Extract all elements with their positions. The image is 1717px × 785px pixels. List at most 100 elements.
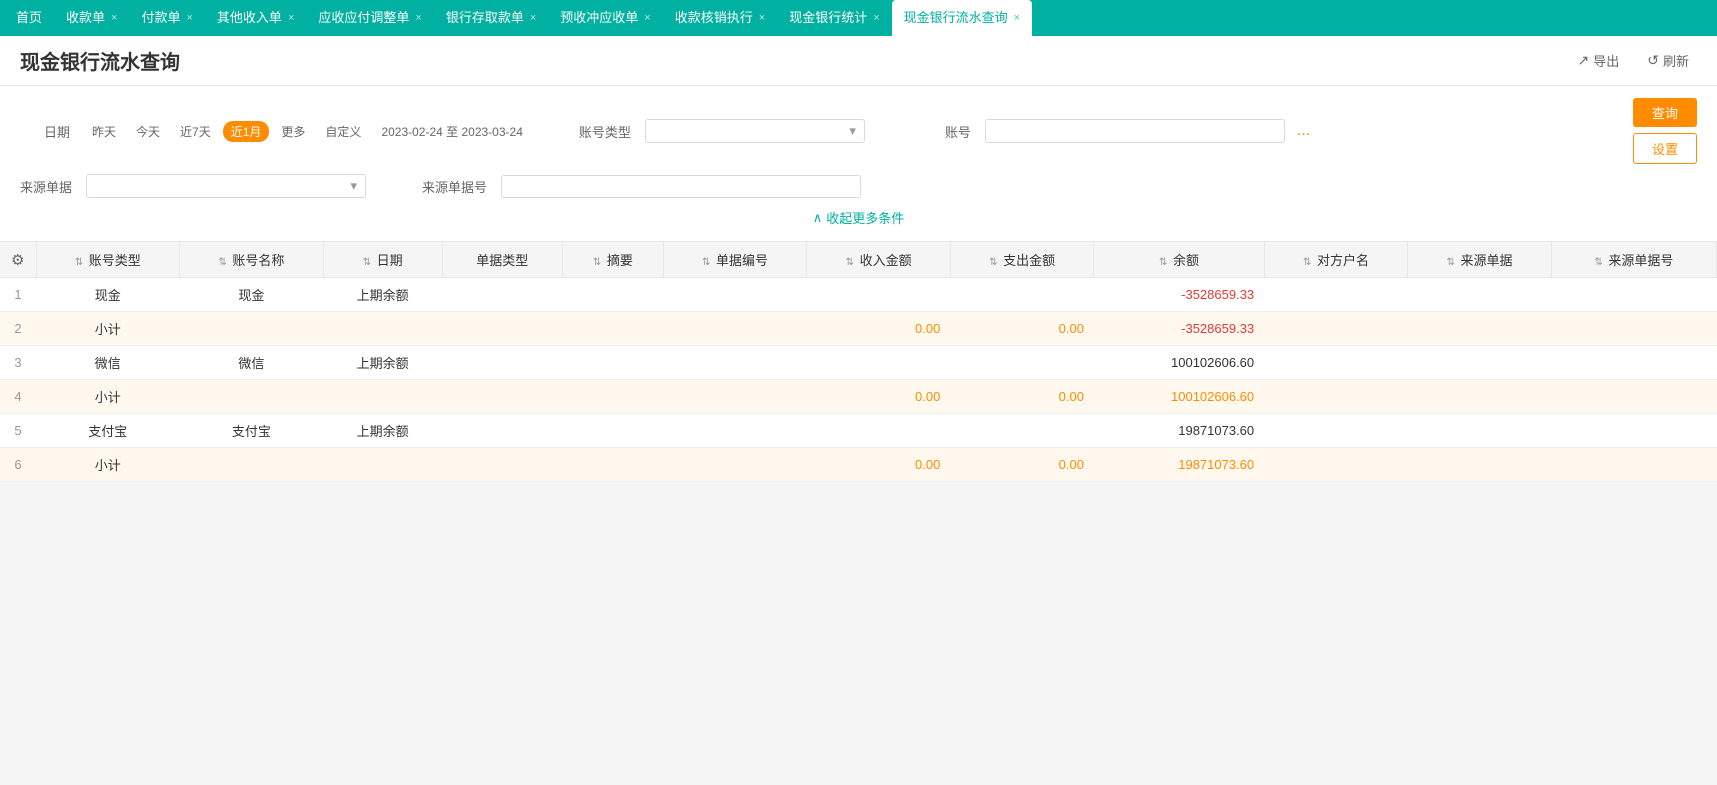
settings-button[interactable]: 设置 bbox=[1633, 133, 1697, 164]
nav-tab-0[interactable]: 收款单 × bbox=[54, 0, 129, 36]
cell-source-doc-no bbox=[1551, 278, 1716, 312]
sort-icon: ⇅ bbox=[1594, 257, 1602, 268]
cell-doc-no bbox=[663, 346, 807, 380]
cell-source-doc bbox=[1408, 448, 1552, 482]
table-body: 1 现金 现金 上期余额 -3528659.33 2 小计 0.00 0.00 … bbox=[0, 278, 1717, 482]
close-tab-1-icon[interactable]: × bbox=[186, 0, 192, 36]
source-doc-section: 来源单据 ▾ bbox=[20, 174, 366, 198]
source-doc-no-label: 来源单据号 bbox=[422, 177, 487, 196]
th-source-doc[interactable]: ⇅ 来源单据 bbox=[1408, 242, 1552, 278]
account-section: 账号 ... bbox=[921, 119, 1314, 143]
account-input[interactable] bbox=[985, 119, 1285, 143]
cell-balance: 19871073.60 bbox=[1094, 414, 1264, 448]
nav-tab-5[interactable]: 预收冲应收单 × bbox=[548, 0, 662, 36]
cell-doc-no bbox=[663, 448, 807, 482]
gear-icon[interactable]: ⚙ bbox=[11, 252, 24, 269]
cell-date: 上期余额 bbox=[323, 414, 442, 448]
th-balance[interactable]: ⇅ 余额 bbox=[1094, 242, 1264, 278]
cell-income: 0.00 bbox=[807, 312, 951, 346]
cell-no: 5 bbox=[0, 414, 36, 448]
cell-account-name: 微信 bbox=[180, 346, 324, 380]
close-tab-8-icon[interactable]: × bbox=[1014, 0, 1020, 36]
cell-account-name bbox=[180, 380, 324, 414]
export-button[interactable]: ↗ 导出 bbox=[1570, 47, 1628, 74]
date-opt-more[interactable]: 更多 bbox=[273, 121, 313, 142]
th-source-doc-no[interactable]: ⇅ 来源单据号 bbox=[1551, 242, 1716, 278]
cell-balance: -3528659.33 bbox=[1094, 312, 1264, 346]
table-row: 3 微信 微信 上期余额 100102606.60 bbox=[0, 346, 1717, 380]
refresh-icon: ↺ bbox=[1647, 52, 1659, 69]
sort-icon: ⇅ bbox=[1447, 257, 1455, 268]
close-tab-5-icon[interactable]: × bbox=[644, 0, 650, 36]
cell-income: 0.00 bbox=[807, 380, 951, 414]
date-opt-today[interactable]: 今天 bbox=[128, 121, 168, 142]
table-row: 5 支付宝 支付宝 上期余额 19871073.60 bbox=[0, 414, 1717, 448]
action-buttons: 查询 设置 bbox=[1633, 98, 1697, 164]
close-tab-0-icon[interactable]: × bbox=[111, 0, 117, 36]
cell-doc-no bbox=[663, 312, 807, 346]
source-doc-select[interactable]: ▾ bbox=[86, 174, 366, 198]
cell-income bbox=[807, 346, 951, 380]
account-type-label: 账号类型 bbox=[579, 122, 631, 141]
close-tab-6-icon[interactable]: × bbox=[759, 0, 765, 36]
cell-doc-type bbox=[442, 346, 562, 380]
th-date[interactable]: ⇅ 日期 bbox=[323, 242, 442, 278]
source-doc-label: 来源单据 bbox=[20, 177, 72, 196]
cell-doc-no bbox=[663, 414, 807, 448]
close-tab-3-icon[interactable]: × bbox=[415, 0, 421, 36]
sort-icon: ⇅ bbox=[218, 257, 226, 268]
close-tab-2-icon[interactable]: × bbox=[288, 0, 294, 36]
date-opt-1month[interactable]: 近1月 bbox=[223, 121, 270, 142]
date-opt-yesterday[interactable]: 昨天 bbox=[84, 121, 124, 142]
date-opt-custom[interactable]: 自定义 bbox=[317, 121, 369, 142]
sort-icon: ⇅ bbox=[846, 257, 854, 268]
sort-icon: ⇅ bbox=[593, 257, 601, 268]
account-dots[interactable]: ... bbox=[1293, 122, 1314, 140]
close-tab-4-icon[interactable]: × bbox=[530, 0, 536, 36]
cell-source-doc-no bbox=[1551, 346, 1716, 380]
cell-account-type: 支付宝 bbox=[36, 414, 180, 448]
collapse-bar[interactable]: ∧ 收起更多条件 bbox=[20, 202, 1697, 229]
th-summary[interactable]: ⇅ 摘要 bbox=[562, 242, 663, 278]
cell-doc-type bbox=[442, 312, 562, 346]
nav-tab-3[interactable]: 应收应付调整单 × bbox=[306, 0, 433, 36]
th-doc-no[interactable]: ⇅ 单据编号 bbox=[663, 242, 807, 278]
table-header-row: ⚙ ⇅ 账号类型 ⇅ 账号名称 ⇅ 日期 单据类型 ⇅ bbox=[0, 242, 1717, 278]
th-account-type[interactable]: ⇅ 账号类型 bbox=[36, 242, 180, 278]
date-opt-7days[interactable]: 近7天 bbox=[172, 121, 219, 142]
chevron-down-icon: ▾ bbox=[849, 123, 856, 139]
sort-icon: ⇅ bbox=[1303, 257, 1311, 268]
nav-tab-6[interactable]: 收款核销执行 × bbox=[663, 0, 777, 36]
account-type-select[interactable]: ▾ bbox=[645, 119, 865, 143]
collapse-up-icon: ∧ bbox=[813, 210, 823, 226]
th-counterparty[interactable]: ⇅ 对方户名 bbox=[1264, 242, 1408, 278]
cell-source-doc bbox=[1408, 380, 1552, 414]
cell-date bbox=[323, 380, 442, 414]
refresh-button[interactable]: ↺ 刷新 bbox=[1639, 47, 1697, 74]
page-title: 现金银行流水查询 bbox=[20, 46, 180, 75]
th-doc-type[interactable]: 单据类型 bbox=[442, 242, 562, 278]
th-expense[interactable]: ⇅ 支出金额 bbox=[950, 242, 1094, 278]
cell-balance: -3528659.33 bbox=[1094, 278, 1264, 312]
cell-counterparty bbox=[1264, 278, 1408, 312]
cell-doc-no bbox=[663, 380, 807, 414]
cell-counterparty bbox=[1264, 346, 1408, 380]
nav-tab-8[interactable]: 现金银行流水查询 × bbox=[892, 0, 1032, 36]
nav-tab-1[interactable]: 付款单 × bbox=[129, 0, 204, 36]
cell-counterparty bbox=[1264, 448, 1408, 482]
cell-account-type: 微信 bbox=[36, 346, 180, 380]
cell-expense bbox=[950, 278, 1094, 312]
sort-icon: ⇅ bbox=[363, 257, 371, 268]
source-doc-no-input[interactable] bbox=[501, 175, 861, 198]
nav-tab-7[interactable]: 现金银行统计 × bbox=[777, 0, 891, 36]
nav-tab-4[interactable]: 银行存取款单 × bbox=[434, 0, 548, 36]
close-tab-7-icon[interactable]: × bbox=[873, 0, 879, 36]
nav-home[interactable]: 首页 bbox=[4, 0, 54, 36]
th-account-name[interactable]: ⇅ 账号名称 bbox=[180, 242, 324, 278]
th-income[interactable]: ⇅ 收入金额 bbox=[807, 242, 951, 278]
date-range-display: 2023-02-24 至 2023-03-24 bbox=[381, 123, 522, 140]
query-button[interactable]: 查询 bbox=[1633, 98, 1697, 127]
export-icon: ↗ bbox=[1578, 52, 1590, 69]
nav-tab-2[interactable]: 其他收入单 × bbox=[205, 0, 306, 36]
cell-income: 0.00 bbox=[807, 448, 951, 482]
